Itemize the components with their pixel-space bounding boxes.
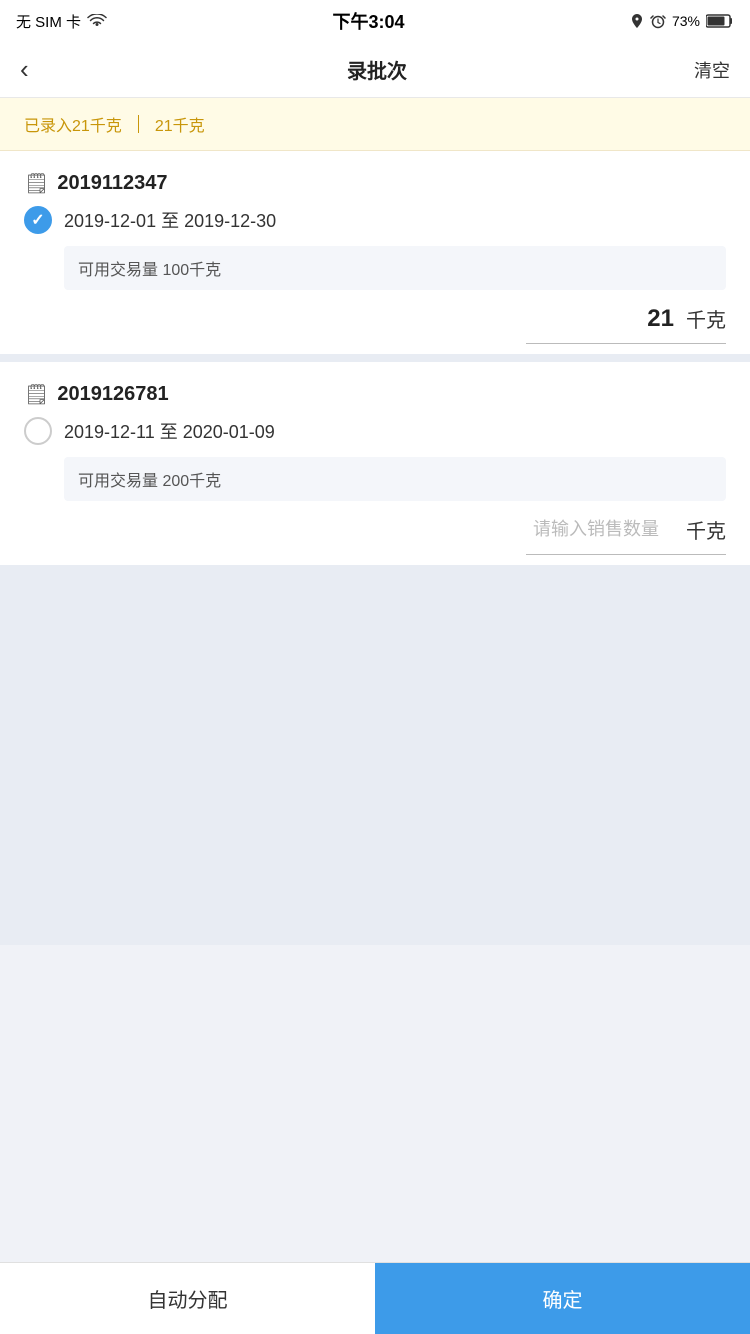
back-button[interactable]: ‹ xyxy=(20,54,60,85)
batch2-input-underline xyxy=(526,554,726,555)
batch1-amount-section: 21 千克 xyxy=(0,290,750,354)
location-icon xyxy=(630,13,644,29)
batch1-radio[interactable]: ✓ xyxy=(24,206,52,234)
status-right: 73% xyxy=(630,13,734,29)
clear-button[interactable]: 清空 xyxy=(694,57,730,83)
alarm-icon xyxy=(650,13,666,29)
batch1-avail-text: 可用交易量 100千克 xyxy=(78,262,221,279)
battery-icon xyxy=(706,14,734,28)
batch2-doc-icon: 🗒 xyxy=(24,382,49,407)
batch-card-1: 🗒 2019112347 ✓ 2019-12-01 至 2019-12-30 可… xyxy=(0,151,750,290)
batch1-id: 2019112347 xyxy=(57,172,167,195)
batch1-date: 2019-12-01 至 2019-12-30 xyxy=(64,207,276,233)
status-bar: 无 SIM 卡 下午3:04 73% xyxy=(0,0,750,42)
status-time: 下午3:04 xyxy=(332,8,404,34)
batch2-date-row[interactable]: 2019-12-11 至 2020-01-09 xyxy=(24,417,726,445)
batch1-date-row[interactable]: ✓ 2019-12-01 至 2019-12-30 xyxy=(24,206,726,234)
batch2-id-row: 🗒 2019126781 xyxy=(24,382,726,407)
auto-distribute-button[interactable]: 自动分配 xyxy=(0,1263,375,1334)
batch2-qty-unit: 千克 xyxy=(686,515,726,544)
batch1-avail-box: 可用交易量 100千克 xyxy=(64,246,726,290)
info-divider xyxy=(138,115,139,133)
batch2-avail-text: 可用交易量 200千克 xyxy=(78,473,221,490)
batch1-id-row: 🗒 2019112347 xyxy=(24,171,726,196)
bottom-spacer xyxy=(0,945,750,1017)
page-title: 录批次 xyxy=(347,55,407,84)
nav-bar: ‹ 录批次 清空 xyxy=(0,42,750,98)
info-bar: 已录入21千克 21千克 xyxy=(0,98,750,151)
batch2-id: 2019126781 xyxy=(57,383,168,406)
confirm-button[interactable]: 确定 xyxy=(375,1263,750,1334)
batch2-input-row: 千克 xyxy=(0,501,750,554)
batch1-amount-row: 21 千克 xyxy=(0,290,750,343)
status-left: 无 SIM 卡 xyxy=(16,11,107,32)
section-separator xyxy=(0,354,750,362)
no-sim-text: 无 SIM 卡 xyxy=(16,11,81,32)
info-value: 21千克 xyxy=(155,112,205,136)
batch1-amount-line xyxy=(526,343,726,344)
battery-percent: 73% xyxy=(672,13,700,29)
batch2-date: 2019-12-11 至 2020-01-09 xyxy=(64,418,275,444)
batch2-qty-input[interactable] xyxy=(374,519,674,540)
recorded-label: 已录入21千克 xyxy=(24,112,122,136)
wifi-icon xyxy=(87,14,107,28)
batch1-check-icon: ✓ xyxy=(31,210,44,230)
batch2-input-section: 千克 xyxy=(0,501,750,565)
batch-card-2: 🗒 2019126781 2019-12-11 至 2020-01-09 可用交… xyxy=(0,362,750,501)
batch1-doc-icon: 🗒 xyxy=(24,171,49,196)
batch1-amount-unit: 千克 xyxy=(686,304,726,333)
batch2-radio[interactable] xyxy=(24,417,52,445)
batch2-avail-box: 可用交易量 200千克 xyxy=(64,457,726,501)
bottom-bar: 自动分配 确定 xyxy=(0,1262,750,1334)
batch1-amount-value: 21 xyxy=(647,305,674,333)
empty-area xyxy=(0,565,750,945)
